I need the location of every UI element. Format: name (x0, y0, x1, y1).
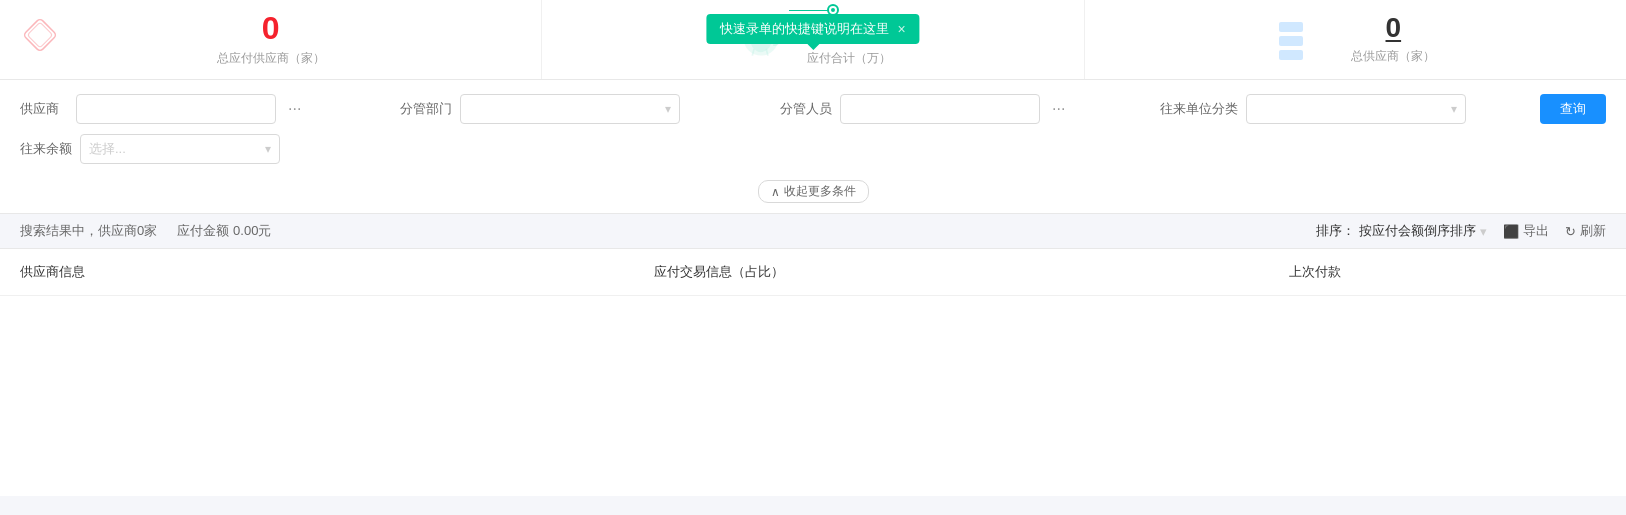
tooltip-close-btn[interactable]: × (897, 21, 905, 37)
supplier-label: 供应商 (20, 100, 68, 118)
svg-rect-5 (1279, 22, 1303, 32)
person-dots[interactable]: ··· (1052, 100, 1065, 118)
col-supplier-info: 供应商信息 (20, 263, 654, 281)
sort-value: 按应付会额倒序排序 (1359, 222, 1476, 240)
unit-category-label: 往来单位分类 (1160, 100, 1238, 118)
filter-section: 供应商 ··· 分管部门 ▾ 分管人员 ··· 往来单位分类 ▾ (0, 80, 1626, 214)
sort-chevron-icon: ▾ (1480, 224, 1487, 239)
department-label: 分管部门 (400, 100, 452, 118)
result-bar: 搜索结果中，供应商0家 应付金额 0.00元 排序： 按应付会额倒序排序 ▾ ⬛… (0, 214, 1626, 249)
table-header: 供应商信息 应付交易信息（占比） 上次付款 (0, 249, 1626, 296)
tooltip-banner: 快速录单的快捷键说明在这里 × (706, 14, 919, 44)
balance-chevron-icon: ▾ (265, 142, 271, 156)
person-label: 分管人员 (780, 100, 832, 118)
export-button[interactable]: ⬛ 导出 (1503, 222, 1549, 240)
sort-label: 排序： (1316, 222, 1355, 240)
stat3-label: 总供应商（家） (1351, 48, 1435, 65)
filter-unit-category: 往来单位分类 ▾ (1160, 94, 1520, 124)
balance-label: 往来余额 (20, 140, 72, 158)
filter-department: 分管部门 ▾ (400, 94, 760, 124)
collapse-up-icon: ∧ (771, 185, 780, 199)
result-text: 搜索结果中，供应商0家 (20, 223, 157, 238)
filter-balance: 往来余额 选择... ▾ (20, 134, 1606, 164)
col-transaction: 应付交易信息（占比） (654, 263, 1288, 281)
sort-select[interactable]: 排序： 按应付会额倒序排序 ▾ (1316, 222, 1487, 240)
collapse-button[interactable]: ∧ 收起更多条件 (758, 180, 869, 203)
tooltip-line (789, 10, 829, 11)
filter-person: 分管人员 ··· (780, 94, 1140, 124)
collapse-button-label: 收起更多条件 (784, 183, 856, 200)
balance-placeholder: 选择... (89, 140, 126, 158)
filter-row-1: 供应商 ··· 分管部门 ▾ 分管人员 ··· 往来单位分类 ▾ (20, 94, 1606, 124)
result-comma (161, 223, 174, 238)
stat2-label: 应付合计（万） (807, 50, 891, 67)
refresh-label: 刷新 (1580, 222, 1606, 240)
result-actions: 排序： 按应付会额倒序排序 ▾ ⬛ 导出 ↻ 刷新 (1316, 222, 1606, 240)
stat3-number: 0 (1386, 14, 1402, 42)
filter-supplier: 供应商 ··· (20, 94, 380, 124)
stat1-number: 0 (262, 12, 280, 44)
tooltip-dot (829, 6, 837, 14)
stat1-label: 总应付供应商（家） (217, 50, 325, 67)
department-chevron-icon: ▾ (665, 102, 671, 116)
col-last-payment: 上次付款 (1289, 263, 1606, 281)
unit-category-chevron-icon: ▾ (1451, 102, 1457, 116)
tooltip-text: 快速录单的快捷键说明在这里 (720, 20, 889, 38)
stat-total-suppliers-payable: 0 总应付供应商（家） (0, 0, 542, 79)
table-body (0, 296, 1626, 496)
supplier-input[interactable] (76, 94, 276, 124)
filter-row-2: 往来余额 选择... ▾ (20, 134, 1606, 164)
query-button[interactable]: 查询 (1540, 94, 1606, 124)
logo-icon (20, 15, 60, 58)
result-summary: 搜索结果中，供应商0家 应付金额 0.00元 (20, 222, 271, 240)
refresh-button[interactable]: ↻ 刷新 (1565, 222, 1606, 240)
stat-total-suppliers: 0 总供应商（家） (1085, 0, 1626, 79)
export-label: 导出 (1523, 222, 1549, 240)
svg-rect-6 (1279, 36, 1303, 46)
unit-category-select[interactable]: ▾ (1246, 94, 1466, 124)
tooltip-banner-wrap: 快速录单的快捷键说明在这里 × (789, 6, 837, 14)
refresh-icon: ↻ (1565, 224, 1576, 239)
result-amount: 应付金额 0.00元 (177, 223, 271, 238)
export-icon: ⬛ (1503, 224, 1519, 239)
svg-rect-7 (1279, 50, 1303, 60)
ghost-icon (1275, 18, 1335, 62)
supplier-dots[interactable]: ··· (288, 100, 301, 118)
person-input[interactable] (840, 94, 1040, 124)
department-select[interactable]: ▾ (460, 94, 680, 124)
balance-select[interactable]: 选择... ▾ (80, 134, 280, 164)
collapse-row: ∧ 收起更多条件 (20, 174, 1606, 213)
tooltip-indicator (789, 6, 837, 14)
